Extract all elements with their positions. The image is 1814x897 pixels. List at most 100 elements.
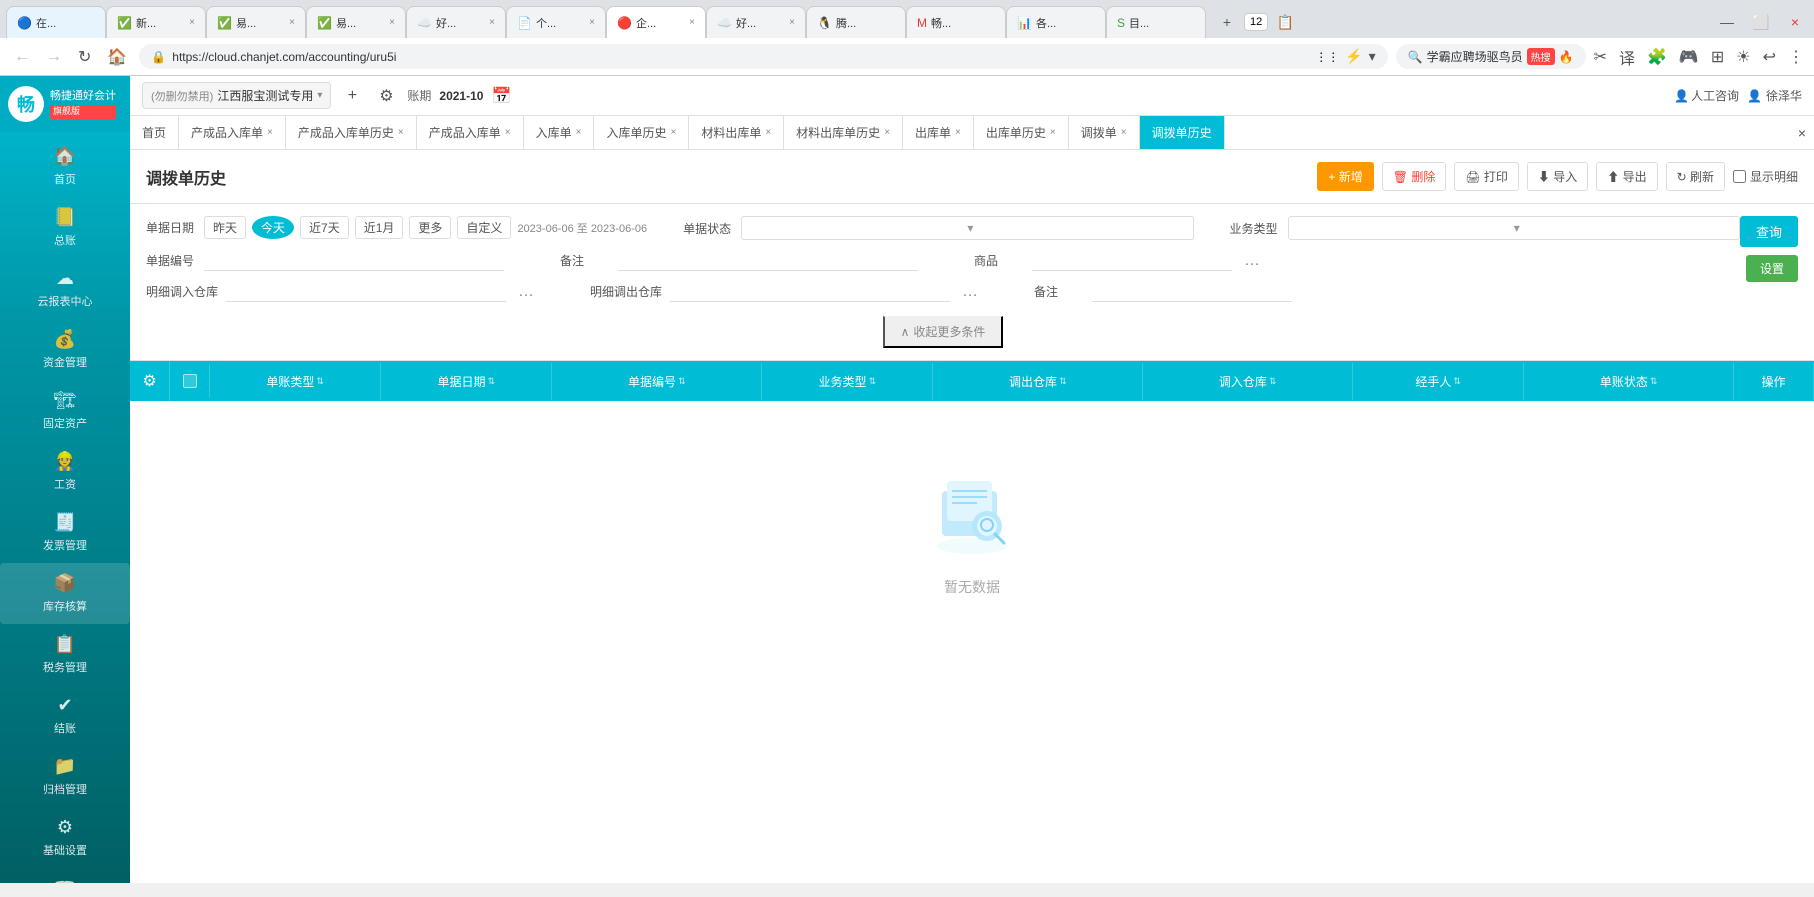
sidebar-item-home[interactable]: 🏠 首页: [0, 136, 130, 197]
tab8-close[interactable]: ×: [789, 17, 795, 28]
detail-out-more-icon[interactable]: …: [962, 283, 978, 301]
product-in2-close[interactable]: ×: [505, 127, 511, 138]
date-today-btn[interactable]: 今天: [252, 216, 294, 239]
theme-icon[interactable]: ☀: [1736, 47, 1750, 67]
date-1month-btn[interactable]: 近1月: [355, 216, 404, 239]
th-checkbox[interactable]: [170, 364, 210, 398]
page-tab-out-order-hist[interactable]: 出库单历史 ×: [974, 116, 1069, 149]
back-button[interactable]: ←: [10, 46, 34, 68]
th-out-wh[interactable]: 调出仓库 ⇅: [933, 363, 1143, 400]
tab-count[interactable]: 12: [1244, 13, 1268, 31]
collapse-button[interactable]: ∧ 收起更多条件: [883, 316, 1004, 348]
page-tab-home[interactable]: 首页: [130, 116, 179, 149]
th-type[interactable]: 单账类型 ⇅: [210, 363, 381, 400]
order-no-input[interactable]: [204, 250, 504, 271]
tab5-close[interactable]: ×: [489, 17, 495, 28]
translate-icon[interactable]: 译: [1619, 45, 1635, 69]
browser-tab-1[interactable]: 🔵 在...: [6, 6, 106, 38]
transfer-close[interactable]: ×: [1121, 127, 1127, 138]
service-button[interactable]: 👤 人工咨询: [1674, 87, 1739, 104]
browser-tab-8[interactable]: ☁️ 好... ×: [706, 6, 806, 38]
product-in-close[interactable]: ×: [267, 127, 273, 138]
browser-tab-10[interactable]: M 畅...: [906, 6, 1006, 38]
sidebar-item-tax[interactable]: 📋 税务管理: [0, 624, 130, 685]
sidebar-item-capital[interactable]: 💰 资金管理: [0, 319, 130, 380]
tab6-close[interactable]: ×: [589, 17, 595, 28]
url-bar[interactable]: 🔒 https://cloud.chanjet.com/accounting/u…: [139, 44, 1387, 69]
th-date[interactable]: 单据日期 ⇅: [381, 363, 552, 400]
new-tab-button[interactable]: +: [1214, 9, 1240, 35]
th-handler[interactable]: 经手人 ⇅: [1353, 363, 1524, 400]
minimize-button[interactable]: —: [1714, 9, 1740, 35]
more-icon[interactable]: ⋮: [1788, 47, 1804, 67]
select-all-checkbox[interactable]: [183, 374, 197, 388]
table-settings-icon[interactable]: ⚙: [142, 371, 156, 391]
in-order-hist-close[interactable]: ×: [670, 127, 676, 138]
filter-settings-button[interactable]: 设置: [1746, 255, 1798, 282]
new-button[interactable]: + 新增: [1317, 162, 1373, 191]
grid-icon[interactable]: ⊞: [1711, 47, 1724, 67]
th-biz-type[interactable]: 业务类型 ⇅: [762, 363, 933, 400]
query-button[interactable]: 查询: [1740, 216, 1798, 247]
delete-button[interactable]: 🗑 删除: [1382, 162, 1447, 191]
browser-tab-4[interactable]: ✅ 易... ×: [306, 6, 406, 38]
status-dropdown[interactable]: ▾: [741, 216, 1193, 240]
export-button[interactable]: ⬆ 导出: [1596, 162, 1657, 191]
date-yesterday-btn[interactable]: 昨天: [204, 216, 246, 239]
page-tab-in-order-hist[interactable]: 入库单历史 ×: [594, 116, 689, 149]
th-status[interactable]: 单账状态 ⇅: [1524, 363, 1734, 400]
refresh-button[interactable]: ↻ 刷新: [1666, 162, 1725, 191]
sidebar-item-reports[interactable]: ☁ 云报表中心: [0, 258, 130, 319]
show-details-input[interactable]: [1733, 170, 1746, 183]
add-company-button[interactable]: +: [339, 83, 365, 109]
browser-tab-11[interactable]: 📊 各...: [1006, 6, 1106, 38]
scissors-icon[interactable]: ✂: [1594, 47, 1607, 67]
tab2-close[interactable]: ×: [189, 17, 195, 28]
extension-icon[interactable]: 🧩: [1647, 47, 1667, 67]
page-tab-mat-out[interactable]: 材料出库单 ×: [689, 116, 784, 149]
browser-tab-9[interactable]: 🐧 腾...: [806, 6, 906, 38]
page-tab-transfer[interactable]: 调拨单 ×: [1069, 116, 1140, 149]
url-dropdown[interactable]: ▾: [1369, 48, 1376, 65]
tab3-close[interactable]: ×: [289, 17, 295, 28]
out-order-hist-close[interactable]: ×: [1050, 127, 1056, 138]
detail-in-more-icon[interactable]: …: [518, 283, 534, 301]
out-order-close[interactable]: ×: [955, 127, 961, 138]
remark-input[interactable]: [618, 250, 918, 271]
remark2-input[interactable]: [1092, 281, 1292, 302]
page-tab-mat-out-hist[interactable]: 材料出库单历史 ×: [784, 116, 903, 149]
sidebar-item-wages[interactable]: 👷 工资: [0, 441, 130, 502]
detail-out-input[interactable]: [670, 281, 950, 302]
product-in-hist-close[interactable]: ×: [398, 127, 404, 138]
browser-tab-6[interactable]: 📄 个... ×: [506, 6, 606, 38]
sidebar-item-settle[interactable]: ✔ 结账: [0, 685, 130, 746]
reload-button[interactable]: ↻: [74, 45, 95, 69]
biz-type-dropdown[interactable]: ▾: [1288, 216, 1740, 240]
th-in-wh[interactable]: 调入仓库 ⇅: [1143, 363, 1353, 400]
calendar-button[interactable]: 📅: [491, 86, 511, 106]
undo-icon[interactable]: ↩: [1763, 47, 1776, 67]
print-button[interactable]: 🖨 打印: [1454, 162, 1519, 191]
page-tab-product-in-hist[interactable]: 产成品入库单历史 ×: [286, 116, 417, 149]
maximize-button[interactable]: ⬜: [1748, 9, 1774, 35]
browser-tab-12[interactable]: S 目...: [1106, 6, 1206, 38]
show-details-checkbox[interactable]: 显示明细: [1733, 168, 1798, 185]
sidebar-item-guide[interactable]: 📖 新手引导: [0, 868, 130, 883]
page-tab-product-in[interactable]: 产成品入库单 ×: [179, 116, 286, 149]
close-all-tabs[interactable]: ×: [1790, 117, 1814, 149]
sidebar-item-basic[interactable]: ⚙ 基础设置: [0, 807, 130, 868]
browser-tab-2[interactable]: ✅ 新... ×: [106, 6, 206, 38]
search-text[interactable]: 学霸应聘场驱鸟员: [1427, 48, 1523, 65]
browser-tab-3[interactable]: ✅ 易... ×: [206, 6, 306, 38]
browser-tab-7[interactable]: 🔴 企... ×: [606, 6, 706, 38]
sidebar-logo[interactable]: 畅 畅捷通好会计 旗舰版: [0, 76, 130, 132]
in-order-close[interactable]: ×: [576, 127, 582, 138]
tab7-close[interactable]: ×: [689, 17, 695, 28]
url-more-button[interactable]: ⋮⋮: [1315, 50, 1339, 64]
mat-out-close[interactable]: ×: [765, 127, 771, 138]
page-tab-transfer-hist[interactable]: 调拨单历史: [1140, 116, 1225, 149]
mat-out-hist-close[interactable]: ×: [884, 127, 890, 138]
th-number[interactable]: 单据编号 ⇅: [552, 363, 762, 400]
browser-tab-5[interactable]: ☁️ 好... ×: [406, 6, 506, 38]
forward-button[interactable]: →: [42, 46, 66, 68]
